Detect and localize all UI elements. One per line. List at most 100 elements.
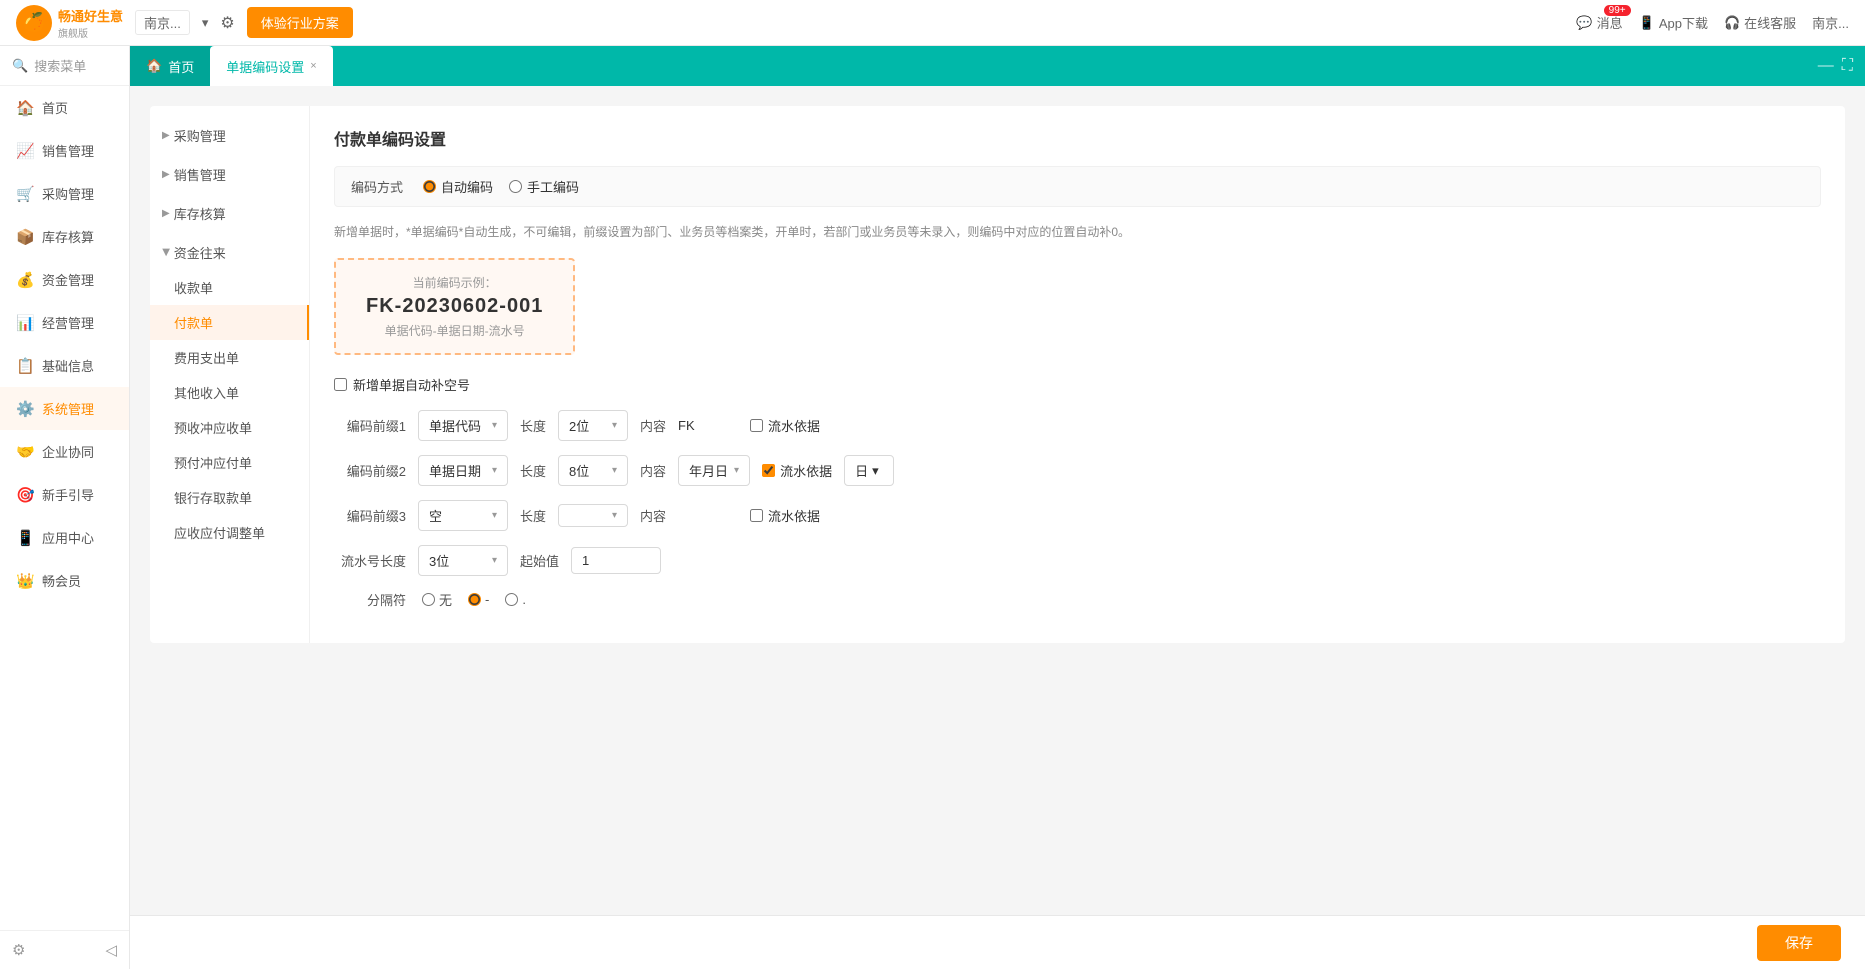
sidebar-settings-icon[interactable]: ⚙: [12, 941, 25, 959]
prefix2-content-label: 内容: [640, 461, 666, 480]
auto-encode-label: 自动编码: [441, 177, 493, 196]
page-title: 付款单编码设置: [334, 126, 1821, 150]
sub-group-sales: ▶ 销售管理: [150, 157, 309, 192]
sep-dot-radio[interactable]: [505, 593, 518, 606]
sub-group-capital-title[interactable]: ▶ 资金往来: [150, 235, 309, 270]
prefix2-select[interactable]: 单据日期 ▾: [418, 455, 508, 486]
sep-dot-label: .: [522, 592, 526, 607]
message-button[interactable]: 💬 消息 99+: [1576, 13, 1622, 32]
sidebar-item-operation[interactable]: 📊 经营管理: [0, 301, 129, 344]
sub-item-payment[interactable]: 付款单: [150, 305, 309, 340]
serial-length-select[interactable]: 3位 ▾: [418, 545, 508, 576]
prefix1-serial-checkbox-item: 流水依据: [750, 416, 820, 435]
sub-group-inventory-title[interactable]: ▶ 库存核算: [150, 196, 309, 231]
company-selector[interactable]: 南京...: [135, 10, 190, 35]
content-area: 付款单编码设置 编码方式 自动编码 手工编码 新增单据时，*单据编码*自动生成，…: [310, 106, 1845, 643]
settings-icon[interactable]: ⚙: [220, 13, 234, 33]
trial-button[interactable]: 体验行业方案: [247, 7, 353, 38]
sub-item-bank-deposit[interactable]: 银行存取款单: [150, 480, 309, 515]
topbar-left: 🍊 畅通好生意 旗舰版 南京... ▾ ⚙ 体验行业方案: [16, 5, 353, 41]
sep-none-radio[interactable]: [422, 593, 435, 606]
sub-group-purchase-title[interactable]: ▶ 采购管理: [150, 118, 309, 153]
prefix3-length-dropdown-icon: ▾: [612, 510, 617, 521]
sidebar-item-home[interactable]: 🏠 首页: [0, 86, 129, 129]
prefix1-length-select[interactable]: 2位 ▾: [558, 410, 628, 441]
prefix2-serial-checkbox[interactable]: [762, 464, 775, 477]
manual-encode-input[interactable]: [509, 180, 522, 193]
user-info[interactable]: 南京...: [1812, 13, 1849, 32]
sidebar-item-system[interactable]: ⚙️ 系统管理: [0, 387, 129, 430]
auto-fill-label: 新增单据自动补空号: [353, 375, 470, 394]
sub-item-receipt[interactable]: 收款单: [150, 270, 309, 305]
online-service-button[interactable]: 🎧 在线客服: [1724, 13, 1796, 32]
sidebar-item-cooperation[interactable]: 🤝 企业协同: [0, 430, 129, 473]
app-download-button[interactable]: 📱 App下载: [1639, 13, 1708, 32]
sidebar-item-inventory[interactable]: 📦 库存核算: [0, 215, 129, 258]
prefix2-length-select[interactable]: 8位 ▾: [558, 455, 628, 486]
minimize-window-icon[interactable]: —: [1818, 57, 1834, 75]
sub-sidebar: ▶ 采购管理 ▶ 销售管理 ▶ 库存核算 ▶ 资金往来: [150, 106, 310, 643]
encoding-method-section: 编码方式 自动编码 手工编码: [334, 166, 1821, 207]
prefix1-select[interactable]: 单据代码 ▾: [418, 410, 508, 441]
sidebar-item-guide[interactable]: 🎯 新手引导: [0, 473, 129, 516]
sub-item-ar-ap-adjust[interactable]: 应收应付调整单: [150, 515, 309, 550]
tab-encoding[interactable]: 单据编码设置 ×: [210, 46, 332, 86]
encoding-method-radio-group: 自动编码 手工编码: [423, 177, 579, 196]
sub-item-advance-receivable[interactable]: 预收冲应收单: [150, 410, 309, 445]
prefix2-content-select[interactable]: 年月日 ▾: [678, 455, 750, 486]
preview-label: 当前编码示例：: [366, 274, 543, 291]
info-text: 新增单据时，*单据编码*自动生成，不可编辑，前缀设置为部门、业务员等档案类，开单…: [334, 223, 1821, 242]
sub-item-other-income[interactable]: 其他收入单: [150, 375, 309, 410]
footer-bar: 保存: [130, 915, 1865, 969]
prefix2-day-select[interactable]: 日 ▾: [844, 455, 894, 486]
logo-sub: 旗舰版: [58, 25, 123, 40]
prefix1-row: 编码前缀1 单据代码 ▾ 长度 2位 ▾ 内容 FK 流水依据: [334, 410, 1821, 441]
sep-none-option[interactable]: 无: [422, 590, 452, 609]
search-menu-label: 搜索菜单: [34, 56, 86, 75]
sub-item-expense[interactable]: 费用支出单: [150, 340, 309, 375]
prefix3-length-select[interactable]: ▾: [558, 504, 628, 527]
home-icon: 🏠: [16, 99, 34, 117]
prefix3-length-label: 长度: [520, 506, 546, 525]
auto-encode-radio[interactable]: 自动编码: [423, 177, 493, 196]
prefix1-serial-checkbox[interactable]: [750, 419, 763, 432]
manual-encode-radio[interactable]: 手工编码: [509, 177, 579, 196]
prefix3-serial-label: 流水依据: [768, 506, 820, 525]
preview-desc: 单据代码-单据日期-流水号: [366, 322, 543, 339]
basic-icon: 📋: [16, 357, 34, 375]
sidebar-item-apps[interactable]: 📱 应用中心: [0, 516, 129, 559]
save-button[interactable]: 保存: [1757, 925, 1841, 961]
tab-close-icon[interactable]: ×: [310, 60, 316, 72]
sub-group-capital: ▶ 资金往来 收款单 付款单 费用支出单 其他收入单 预收冲应收单 预付冲应付单…: [150, 235, 309, 550]
auto-encode-input[interactable]: [423, 180, 436, 193]
prefix2-row: 编码前缀2 单据日期 ▾ 长度 8位 ▾ 内容 年月日 ▾ 流水依据: [334, 455, 1821, 486]
prefix2-content-dropdown-icon: ▾: [734, 465, 739, 476]
sidebar-item-basic[interactable]: 📋 基础信息: [0, 344, 129, 387]
serial-length-label: 流水号长度: [334, 551, 406, 570]
maximize-window-icon[interactable]: ⛶: [1842, 57, 1853, 75]
sub-group-sales-title[interactable]: ▶ 销售管理: [150, 157, 309, 192]
logo-text: 畅通好生意 旗舰版: [58, 6, 123, 40]
sidebar-item-finance[interactable]: 💰 资金管理: [0, 258, 129, 301]
sidebar-item-member[interactable]: 👑 畅会员: [0, 559, 129, 602]
prefix1-content-label: 内容: [640, 416, 666, 435]
purchase-icon: 🛒: [16, 185, 34, 203]
sidebar-collapse-icon[interactable]: ◁: [105, 941, 117, 959]
sep-dot-option[interactable]: .: [505, 592, 526, 607]
sep-dash-radio[interactable]: [468, 593, 481, 606]
preview-box: 当前编码示例： FK-20230602-001 单据代码-单据日期-流水号: [334, 258, 575, 355]
auto-fill-checkbox[interactable]: [334, 378, 347, 391]
start-value-label: 起始值: [520, 551, 559, 570]
prefix3-select[interactable]: 空 ▾: [418, 500, 508, 531]
prefix3-serial-checkbox[interactable]: [750, 509, 763, 522]
sub-item-advance-payable[interactable]: 预付冲应付单: [150, 445, 309, 480]
start-value-input[interactable]: [571, 547, 661, 574]
sep-dash-option[interactable]: -: [468, 592, 489, 607]
sidebar-item-purchase[interactable]: 🛒 采购管理: [0, 172, 129, 215]
prefix1-content-value: FK: [678, 418, 738, 433]
sidebar-item-sales[interactable]: 📈 销售管理: [0, 129, 129, 172]
company-dropdown-icon[interactable]: ▾: [202, 15, 209, 31]
tab-home[interactable]: 🏠 首页: [130, 46, 210, 86]
search-menu[interactable]: 🔍 搜索菜单: [0, 46, 129, 86]
topbar: 🍊 畅通好生意 旗舰版 南京... ▾ ⚙ 体验行业方案 💬 消息 99+ 📱 …: [0, 0, 1865, 46]
